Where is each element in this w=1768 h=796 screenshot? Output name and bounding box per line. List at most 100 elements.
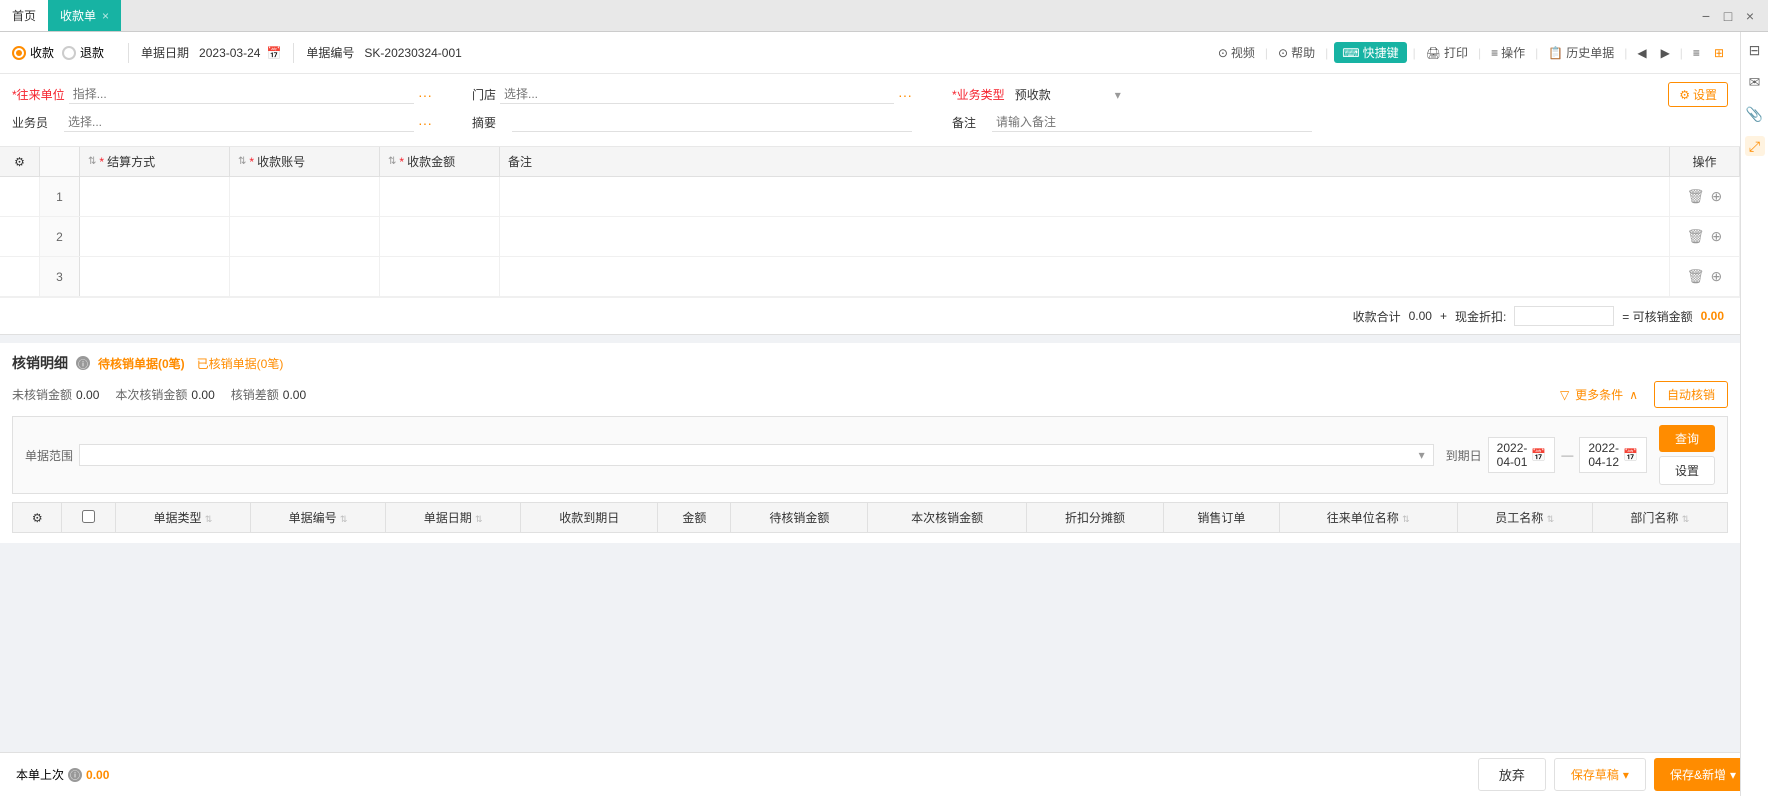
list-view-btn[interactable]: ≡ <box>1689 44 1704 62</box>
divider-2 <box>293 43 294 63</box>
tab-home[interactable]: 首页 <box>0 0 48 31</box>
row2-delete-icon[interactable]: 🗑 <box>1687 228 1705 245</box>
staff-input[interactable] <box>64 113 414 132</box>
row1-delete-icon[interactable]: 🗑 <box>1687 188 1705 205</box>
row1-actions: 🗑 ⊕ <box>1670 177 1740 216</box>
carry-over-value: 0.00 <box>86 768 109 782</box>
table-settings-icon[interactable]: ⚙ <box>0 147 40 176</box>
more-conditions-btn[interactable]: ▽ 更多条件 ∧ <box>1560 386 1638 403</box>
row2-account[interactable] <box>230 217 380 256</box>
save-draft-arrow: ▾ <box>1623 768 1629 782</box>
diff-label: 核销差额 <box>231 386 279 403</box>
sidebar-expand-icon[interactable]: ⤢ <box>1745 136 1765 156</box>
tab-receipt-close[interactable]: × <box>102 9 109 23</box>
row1-settlement[interactable] <box>80 177 230 216</box>
th-staff-label: 员工名称 <box>1495 511 1543 525</box>
sidebar-attach-icon[interactable]: 📎 <box>1745 104 1765 124</box>
biz-type-value: 预收款 <box>1015 86 1051 103</box>
settings-button[interactable]: ⚙ 设置 <box>1668 82 1728 107</box>
print-btn[interactable]: 🖨 打印 <box>1422 42 1472 63</box>
store-input[interactable] <box>500 85 894 104</box>
store-more-btn[interactable]: ··· <box>898 87 912 103</box>
discount-input[interactable] <box>1514 306 1614 326</box>
row1-account[interactable] <box>230 177 380 216</box>
verification-info-icon[interactable]: ⓘ <box>76 356 90 370</box>
sidebar-mail-icon[interactable]: ✉ <box>1745 72 1765 92</box>
summary-label: 摘要 <box>472 114 496 131</box>
th-checkbox[interactable] <box>62 503 115 533</box>
shortcut-btn[interactable]: ⌨ 快捷键 <box>1334 42 1406 63</box>
remark-header: 备注 <box>500 147 1670 176</box>
counterpart-more-btn[interactable]: ··· <box>418 87 432 103</box>
radio-receipt[interactable]: 收款 <box>12 44 54 61</box>
sidebar-table-icon[interactable]: ⊟ <box>1745 40 1765 60</box>
discard-btn[interactable]: 放弃 <box>1478 758 1546 791</box>
operation-btn[interactable]: ≡ 操作 <box>1487 42 1529 63</box>
save-draft-btn[interactable]: 保存草稿 ▾ <box>1554 758 1646 791</box>
row2-amount[interactable] <box>380 217 500 256</box>
date-from-value: 2022-04-01 <box>1497 441 1528 469</box>
query-btn[interactable]: 查询 <box>1659 425 1715 452</box>
date-to-input[interactable]: 2022-04-12 📅 <box>1579 437 1647 473</box>
bill-date-label: 单据日期 <box>141 44 189 61</box>
staff-sort-icon[interactable]: ⇅ <box>1547 515 1555 524</box>
video-label: 视频 <box>1231 44 1255 61</box>
store-field: 门店 ··· <box>472 85 912 104</box>
row1-copy-icon[interactable]: ⊕ <box>1711 188 1723 205</box>
tab-pending[interactable]: 待核销单据(0笔) <box>98 355 185 372</box>
row1-remark[interactable] <box>500 177 1670 216</box>
tab-verified[interactable]: 已核销单据(0笔) <box>197 355 284 372</box>
filter-settings-btn[interactable]: 设置 <box>1659 456 1715 485</box>
th-settings[interactable]: ⚙ <box>13 503 62 533</box>
summary-input[interactable] <box>512 113 912 132</box>
bottom-bar: 本单上次 ⓘ 0.00 放弃 保存草稿 ▾ 保存&新增 ▾ <box>0 752 1768 796</box>
select-all-checkbox[interactable] <box>82 510 95 523</box>
row3-account[interactable] <box>230 257 380 296</box>
row1-amount[interactable] <box>380 177 500 216</box>
biz-type-arrow: ▾ <box>1115 88 1121 102</box>
amount-sort-icon: ⇅ <box>388 156 396 167</box>
carry-over-info-icon[interactable]: ⓘ <box>68 768 82 782</box>
grid-view-btn[interactable]: ⊞ <box>1710 44 1728 62</box>
range-select[interactable]: ▾ <box>79 444 1434 466</box>
date-from-input[interactable]: 2022-04-01 📅 <box>1488 437 1556 473</box>
row2-settlement[interactable] <box>80 217 230 256</box>
row3-num: 3 <box>40 257 80 296</box>
nav-prev-btn[interactable]: ◀ <box>1633 44 1650 62</box>
date-sort-icon[interactable]: ⇅ <box>475 515 483 524</box>
note-input[interactable] <box>992 113 1312 132</box>
radio-refund[interactable]: 退款 <box>62 44 104 61</box>
help-btn[interactable]: ⊙ 帮助 <box>1274 42 1319 63</box>
row3-amount[interactable] <box>380 257 500 296</box>
type-sort-icon[interactable]: ⇅ <box>205 515 213 524</box>
row2-remark[interactable] <box>500 217 1670 256</box>
row3-remark[interactable] <box>500 257 1670 296</box>
window-close[interactable]: × <box>1740 6 1760 26</box>
account-header: ⇅ * 收款账号 <box>230 147 380 176</box>
row3-copy-icon[interactable]: ⊕ <box>1711 268 1723 285</box>
window-maximize[interactable]: □ <box>1718 6 1738 26</box>
right-sidebar: ⊟ ✉ 📎 ⤢ <box>1740 32 1768 796</box>
no-sort-icon[interactable]: ⇅ <box>340 515 348 524</box>
window-minimize[interactable]: − <box>1696 6 1716 26</box>
operation-icon: ≡ <box>1491 46 1498 60</box>
video-btn[interactable]: ⊙ 视频 <box>1214 42 1259 63</box>
biz-type-select[interactable]: 预收款 ▾ <box>1015 86 1312 103</box>
history-btn[interactable]: 📋 历史单据 <box>1544 42 1618 63</box>
calendar-icon[interactable]: 📅 <box>266 46 281 60</box>
radio-receipt-dot <box>12 46 26 60</box>
staff-more-btn[interactable]: ··· <box>418 115 432 131</box>
tab-receipt[interactable]: 收款单 × <box>48 0 121 31</box>
range-arrow: ▾ <box>1419 448 1425 462</box>
nav-next-btn[interactable]: ▶ <box>1657 44 1674 62</box>
auto-verify-btn[interactable]: 自动核销 <box>1654 381 1728 408</box>
partner-sort-icon[interactable]: ⇅ <box>1402 515 1410 524</box>
save-new-btn[interactable]: 保存&新增 ▾ <box>1654 758 1752 791</box>
dept-sort-icon[interactable]: ⇅ <box>1682 515 1690 524</box>
row2-copy-icon[interactable]: ⊕ <box>1711 228 1723 245</box>
counterpart-input[interactable] <box>69 85 414 104</box>
settings-label: 设置 <box>1693 86 1717 103</box>
row3-delete-icon[interactable]: 🗑 <box>1687 268 1705 285</box>
result-value: 0.00 <box>1701 309 1724 323</box>
row3-settlement[interactable] <box>80 257 230 296</box>
